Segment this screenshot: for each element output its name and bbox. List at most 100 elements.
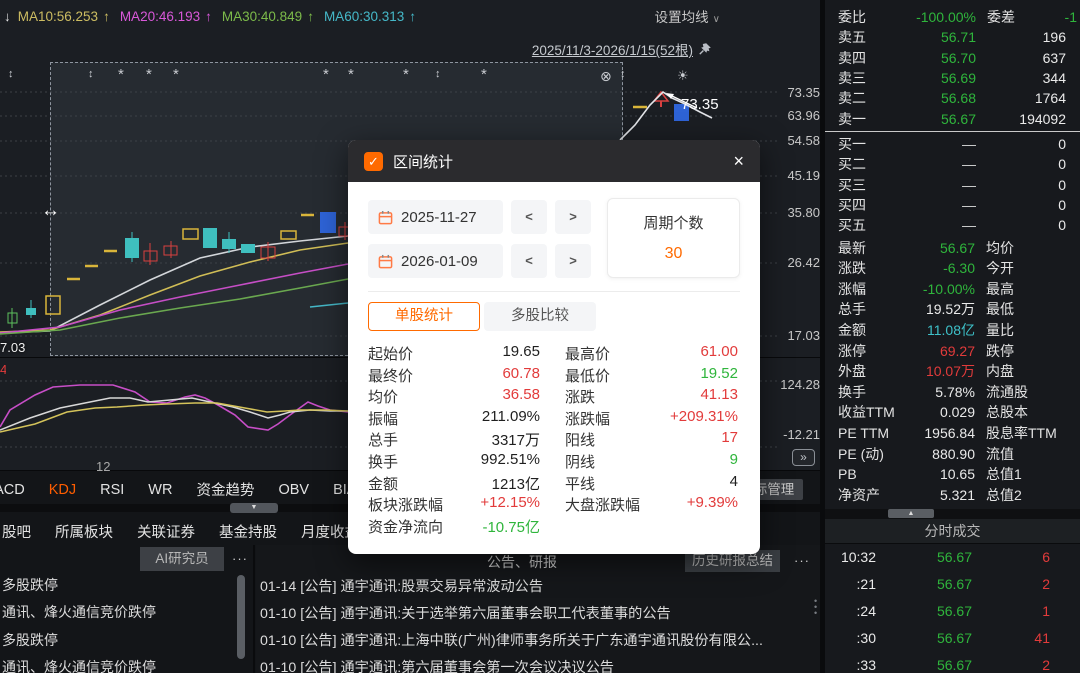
tick-trade-row: :33 56.67 2: [825, 651, 1080, 673]
remove-selection-icon[interactable]: ⊗: [600, 68, 612, 85]
order-ratio-row: 委比 -100.00% 委差 -1: [825, 7, 1080, 27]
dialog-body: 2025-11-27 < > 2026-01-09 < >: [348, 182, 760, 537]
sell-level-row[interactable]: 卖四 56.70 637: [825, 48, 1080, 68]
ai-researcher-button[interactable]: AI研究员: [140, 547, 224, 571]
list-item[interactable]: 通讯、烽火通信竞价跌停: [2, 599, 234, 626]
star-marker-icon: *: [118, 68, 124, 82]
stat-row: 金额1213亿: [368, 473, 540, 495]
tick-trade-row: :24 56.67 1: [825, 598, 1080, 625]
stat-row: 板块涨跌幅+12.15%: [368, 494, 540, 516]
indicator-tab[interactable]: 资金趋势: [184, 479, 266, 500]
list-item[interactable]: 01-14 [公告] 通宇通讯:股票交易异常波动公告: [256, 574, 820, 601]
dialog-tab[interactable]: 多股比较: [484, 302, 596, 331]
scrollbar[interactable]: [237, 575, 245, 659]
stat-row: 涨跌幅+209.31%: [565, 408, 738, 430]
quote-stat-row: PB 10.65 总值1: [825, 464, 1080, 485]
next-day-button[interactable]: >: [555, 200, 591, 234]
star-marker-icon: *: [481, 68, 487, 82]
more-options-icon[interactable]: ···: [794, 553, 810, 568]
checkbox-icon[interactable]: ✓: [364, 152, 383, 171]
tick-panel-title: 分时成交: [825, 519, 1080, 544]
expand-panel-button[interactable]: »: [792, 449, 815, 466]
stat-row: 起始价19.65: [368, 343, 540, 365]
list-item[interactable]: 多股跌停: [2, 572, 234, 599]
y-axis-tick: 54.58: [780, 133, 820, 148]
statistics-table: 起始价19.65 最终价60.78 均价36.58 振幅211.09% 总手33…: [368, 343, 740, 537]
more-options-icon[interactable]: ···: [232, 551, 248, 566]
pin-icon[interactable]: [698, 42, 712, 56]
buy-level-row[interactable]: 买五 — 0: [825, 215, 1080, 235]
ma-value: MA20:46.193↑: [120, 9, 212, 24]
diff-label: 委差: [976, 7, 1026, 27]
list-item[interactable]: 多股跌停: [2, 627, 234, 654]
y-axis-tick: 73.35: [780, 85, 820, 100]
buy-level-row[interactable]: 买二 — 0: [825, 154, 1080, 174]
quote-stat-row: 金额 11.08亿 量比: [825, 320, 1080, 341]
end-date-value: 2026-01-09: [401, 253, 478, 270]
ratio-label: 委比: [838, 7, 896, 27]
stat-row: 总手3317万: [368, 429, 540, 451]
list-item[interactable]: 01-10 [公告] 通宇通讯:关于选举第六届董事会职工代表董事的公告: [256, 601, 820, 628]
stat-row: 换手992.51%: [368, 451, 540, 473]
stats-column-right: 最高价61.00 最低价19.52 涨跌41.13 涨跌幅+209.31% 阳线…: [565, 343, 738, 537]
dialog-tabs: 单股统计多股比较: [368, 302, 740, 331]
dialog-tab[interactable]: 单股统计: [368, 302, 480, 331]
ma-settings-button[interactable]: 设置均线∨: [655, 6, 720, 26]
buy-levels: 买一 — 0 买二 — 0 买三 — 0 买四 — 0 买五 — 0: [825, 132, 1080, 235]
star-marker-icon: *: [403, 68, 409, 82]
ma-indicator-bar: ↓ MA10:56.253↑MA20:46.193↑MA30:40.849↑MA…: [0, 0, 822, 32]
section-tab[interactable]: 基金持股: [219, 521, 277, 542]
selection-drag-handle-icon[interactable]: ↔: [41, 200, 60, 222]
stat-row: 涨跌41.13: [565, 386, 738, 408]
close-icon[interactable]: ×: [733, 152, 744, 170]
peak-price-annotation: 73.35: [681, 96, 719, 113]
quote-stat-row: 涨停 69.27 跌停: [825, 340, 1080, 361]
section-tab[interactable]: 股吧: [2, 521, 31, 542]
quote-stats: 最新 56.67 均价 涨跌 -6.30 今开 涨幅 -10.00% 最高 总手…: [825, 237, 1080, 505]
collapse-up-icon[interactable]: ▲: [888, 509, 934, 518]
sell-level-row[interactable]: 卖一 56.67 194092: [825, 108, 1080, 128]
end-date-field[interactable]: 2026-01-09: [368, 244, 503, 278]
sell-level-row[interactable]: 卖五 56.71 196: [825, 27, 1080, 47]
section-tab[interactable]: 所属板块: [55, 521, 113, 542]
buy-level-row[interactable]: 买四 — 0: [825, 195, 1080, 215]
y-axis-tick: 35.80: [780, 205, 820, 220]
prev-day-button[interactable]: <: [511, 200, 547, 234]
announcement-list: 01-14 [公告] 通宇通讯:股票交易异常波动公告01-10 [公告] 通宇通…: [256, 574, 820, 673]
buy-level-row[interactable]: 买一 — 0: [825, 134, 1080, 154]
ma-value: MA30:40.849↑: [222, 9, 314, 24]
sun-marker-icon: ☀: [677, 68, 689, 84]
indicator-tab[interactable]: WR: [136, 482, 184, 498]
ma-value: MA60:30.313↑: [324, 9, 416, 24]
stat-row: 最高价61.00: [565, 343, 738, 365]
indicator-tab[interactable]: KDJ: [37, 482, 88, 498]
next-day-button[interactable]: >: [555, 244, 591, 278]
updown-marker-icon: ↕: [620, 68, 626, 80]
left-red-fragment: 4: [0, 362, 6, 377]
diff-value: -1: [1026, 9, 1080, 25]
splitter-grip-icon[interactable]: •••: [814, 598, 820, 616]
list-item[interactable]: 01-10 [公告] 通宇通讯:上海中联(广州)律师事务所关于广东通宇通讯股份有…: [256, 628, 820, 655]
sell-level-row[interactable]: 卖三 56.69 344: [825, 68, 1080, 88]
stats-column-left: 起始价19.65 最终价60.78 均价36.58 振幅211.09% 总手33…: [368, 343, 540, 537]
list-item[interactable]: 01-10 [公告] 通宇通讯:第六届董事会第一次会议决议公告: [256, 655, 820, 673]
collapse-down-icon[interactable]: ▼: [230, 503, 278, 513]
updown-marker-icon: ↕: [435, 68, 441, 80]
dialog-header[interactable]: ✓ 区间统计 ×: [348, 140, 760, 182]
start-date-field[interactable]: 2025-11-27: [368, 200, 503, 234]
indicator-tab[interactable]: RSI: [88, 482, 136, 498]
section-tab[interactable]: 关联证券: [137, 521, 195, 542]
indicator-tab[interactable]: OBV: [266, 482, 321, 498]
prev-day-button[interactable]: <: [511, 244, 547, 278]
ma-value: MA10:56.253↑: [18, 9, 110, 24]
buy-level-row[interactable]: 买三 — 0: [825, 174, 1080, 194]
section-tab-bar: 股吧所属板块关联证券基金持股月度收益: [2, 521, 359, 542]
stat-row: 资金净流向-10.75亿: [368, 516, 540, 538]
indicator-tab[interactable]: MACD: [0, 482, 37, 498]
list-divider: [253, 545, 255, 673]
list-item[interactable]: 通讯、烽火通信竞价跌停: [2, 654, 234, 673]
period-count-box: 周期个数 30: [607, 198, 740, 278]
sell-level-row[interactable]: 卖二 56.68 1764: [825, 88, 1080, 108]
quote-stat-row: 收益TTM 0.029 总股本: [825, 402, 1080, 423]
period-count-input[interactable]: 30: [608, 245, 739, 263]
